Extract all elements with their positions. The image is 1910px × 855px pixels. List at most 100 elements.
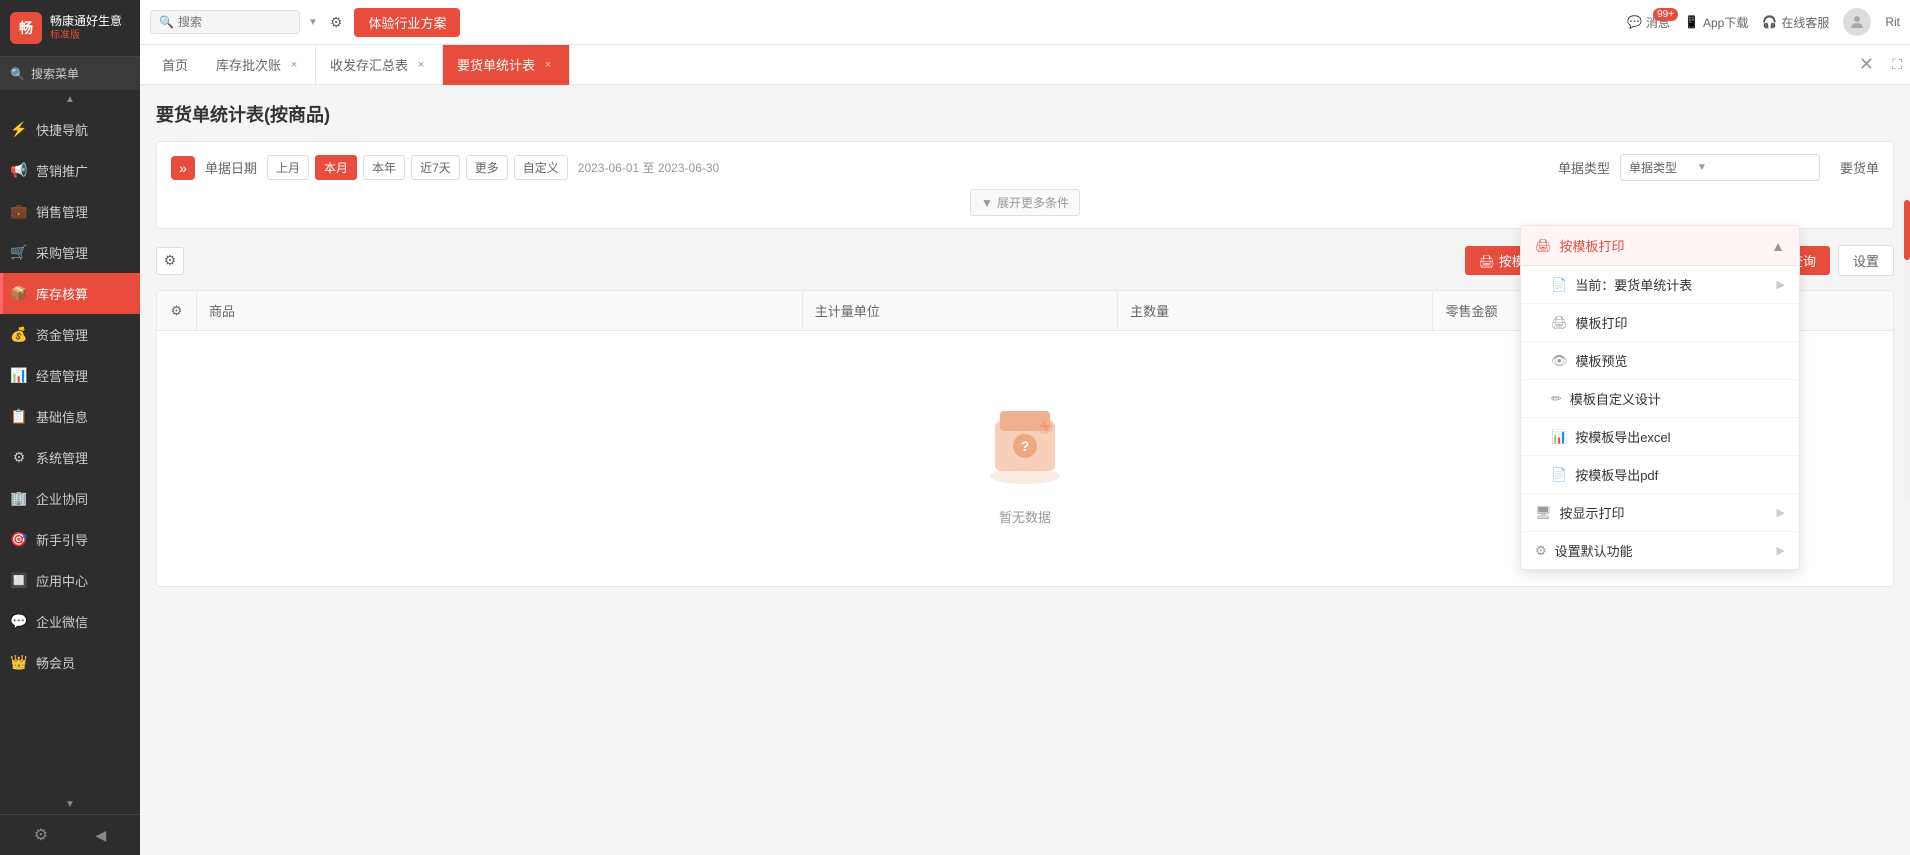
sidebar-item-operations[interactable]: 📊 经营管理 [0,355,140,396]
operations-icon: 📊 [10,367,28,385]
th-product: 商品 [197,291,803,330]
page-content: 要货单统计表(按商品) » 单据日期 上月 本月 本年 近7天 更多 自定义 2… [140,85,1910,855]
main-content: 🔍 ▼ ⚙ 体验行业方案 💬 消息 99+ 📱 App下载 🎧 在线客服 [140,0,1910,855]
date-btn-prev-month[interactable]: 上月 [267,155,309,180]
sidebar-item-member[interactable]: 👑 畅会员 [0,642,140,683]
topbar: 🔍 ▼ ⚙ 体验行业方案 💬 消息 99+ 📱 App下载 🎧 在线客服 [140,0,1910,45]
sidebar-item-system[interactable]: ⚙ 系统管理 [0,437,140,478]
dropdown-template-design[interactable]: ✏ 模板自定义设计 [1521,380,1799,418]
current-template-icon: 📄 [1551,277,1567,293]
toolbar-gear-btn[interactable]: ⚙ [156,247,184,275]
empty-message: 暂无数据 [999,507,1051,526]
template-design-icon: ✏ [1551,391,1562,407]
filter-row-date: » 单据日期 上月 本月 本年 近7天 更多 自定义 2023-06-01 至 … [171,154,1879,181]
right-scrollbar[interactable] [1904,200,1910,500]
topbar-search-input[interactable] [178,15,278,29]
sidebar-item-finance[interactable]: 💰 资金管理 [0,314,140,355]
th-settings[interactable]: ⚙ [157,291,197,330]
topbar-customer-service[interactable]: 🎧 在线客服 [1762,14,1829,31]
topbar-chevron-icon[interactable]: ▼ [308,17,318,28]
template-preview-icon: 👁 [1551,353,1568,369]
set-default-chevron: ▶ [1777,544,1785,557]
dropdown-display-print[interactable]: 🖥 按显示打印 ▶ [1521,494,1799,532]
sidebar-item-purchase[interactable]: 🛒 采购管理 [0,232,140,273]
order-type-dropdown-arrow: ▼ [1697,162,1707,173]
tab-close-receipt-summary[interactable]: × [414,58,428,72]
print-dropdown-menu: 🖨 按模板打印 ▲ 📄 当前：要货单统计表 ▶ 🖨 模板打印 [1520,225,1800,570]
enterprise-icon: 🏢 [10,490,28,508]
filter-expand-btn[interactable]: » [171,156,195,180]
tab-home[interactable]: 首页 [148,55,202,74]
sidebar-nav: ⚡ 快捷导航 📢 营销推广 💼 销售管理 🛒 采购管理 📦 库存核算 💰 资金管… [0,109,140,795]
toolbar-left: ⚙ [156,247,184,275]
tab-order-stats[interactable]: 要货单统计表 × [443,45,570,85]
sidebar-scroll-down[interactable]: ▼ [63,797,77,812]
print-icon: 🖨 [1479,254,1496,269]
topbar-actions: 💬 消息 99+ 📱 App下载 🎧 在线客服 Rit [1627,8,1900,36]
tab-receipt-summary[interactable]: 收发存汇总表 × [316,45,443,85]
th-qty: 主数量 [1118,291,1433,330]
app-name: 畅康通好生意 [50,13,122,30]
dropdown-menu-header[interactable]: 🖨 按模板打印 ▲ [1521,226,1799,266]
order-type-dropdown[interactable]: 单据类型 ▼ [1620,154,1820,181]
th-unit: 主计量单位 [803,291,1118,330]
template-print-icon: 🖨 [1551,315,1568,331]
tabbar-expand-btn[interactable]: ⛶ [1892,56,1902,73]
dropdown-template-print[interactable]: 🖨 模板打印 [1521,304,1799,342]
dropdown-collapse-icon[interactable]: ▲ [1771,238,1785,254]
dropdown-template-export-pdf[interactable]: 📄 按模板导出pdf [1521,456,1799,494]
system-icon: ⚙ [10,449,28,467]
sidebar-item-newbie[interactable]: 🎯 新手引导 [0,519,140,560]
dropdown-template-export-excel[interactable]: 📊 按模板导出excel [1521,418,1799,456]
date-btn-current-year[interactable]: 本年 [363,155,405,180]
dropdown-current-template[interactable]: 📄 当前：要货单统计表 ▶ [1521,266,1799,304]
search-icon: 🔍 [10,67,25,81]
display-print-chevron: ▶ [1777,506,1785,519]
sidebar-scroll-up[interactable]: ▲ [63,92,77,107]
sales-icon: 💼 [10,203,28,221]
template-export-excel-icon: 📊 [1551,429,1567,445]
sidebar-item-wechat[interactable]: 💬 企业微信 [0,601,140,642]
sidebar: 畅 畅康通好生意 标准版 🔍 搜索菜单 ▲ ⚡ 快捷导航 📢 营销推广 💼 销售… [0,0,140,855]
sidebar-item-marketing[interactable]: 📢 营销推广 [0,150,140,191]
topbar-search-box[interactable]: 🔍 [150,10,300,34]
customer-service-icon: 🎧 [1762,15,1777,29]
app-download-icon: 📱 [1684,15,1699,29]
finance-icon: 💰 [10,326,28,344]
tab-close-order-stats[interactable]: × [541,58,555,72]
date-btn-current-month[interactable]: 本月 [315,155,357,180]
wechat-icon: 💬 [10,613,28,631]
sidebar-item-inventory[interactable]: 📦 库存核算 [0,273,140,314]
tab-batch-account[interactable]: 库存批次账 × [202,45,316,85]
logo-icon: 畅 [10,12,42,44]
dropdown-template-preview[interactable]: 👁 模板预览 [1521,342,1799,380]
tab-close-batch-account[interactable]: × [287,58,301,72]
message-badge: 99+ [1653,8,1678,21]
topbar-app-download[interactable]: 📱 App下载 [1684,14,1748,31]
settings-btn[interactable]: 设置 [1838,245,1894,276]
date-btn-custom[interactable]: 自定义 [514,155,568,180]
print-menu-icon: 🖨 [1535,238,1552,254]
sidebar-collapse-icon[interactable]: ◀ [96,827,107,844]
date-btn-last-7[interactable]: 近7天 [411,155,460,180]
sidebar-item-basic[interactable]: 📋 基础信息 [0,396,140,437]
sidebar-item-quick-nav[interactable]: ⚡ 快捷导航 [0,109,140,150]
basic-icon: 📋 [10,408,28,426]
tabbar-close-all-btn[interactable]: ✕ [1859,54,1874,75]
date-range-display: 2023-06-01 至 2023-06-30 [578,159,719,176]
topbar-promo-button[interactable]: 体验行业方案 [354,8,460,37]
scrollbar-thumb [1904,200,1910,260]
expand-more-btn[interactable]: ▼ 展开更多条件 [970,189,1080,216]
date-btn-more[interactable]: 更多 [466,155,508,180]
dropdown-set-default[interactable]: ⚙ 设置默认功能 ▶ [1521,532,1799,569]
sidebar-item-enterprise[interactable]: 🏢 企业协同 [0,478,140,519]
display-print-icon: 🖥 [1535,505,1552,521]
filter-order-goods-label: 要货单 [1840,158,1879,177]
sidebar-item-sales[interactable]: 💼 销售管理 [0,191,140,232]
sidebar-item-app-center[interactable]: 🔲 应用中心 [0,560,140,601]
sidebar-search[interactable]: 🔍 搜索菜单 [0,57,140,90]
svg-text:?: ? [1021,438,1030,454]
topbar-gear-icon[interactable]: ⚙ [326,10,347,35]
topbar-message[interactable]: 💬 消息 99+ [1627,14,1670,31]
sidebar-settings-icon[interactable]: ⚙ [34,825,48,845]
